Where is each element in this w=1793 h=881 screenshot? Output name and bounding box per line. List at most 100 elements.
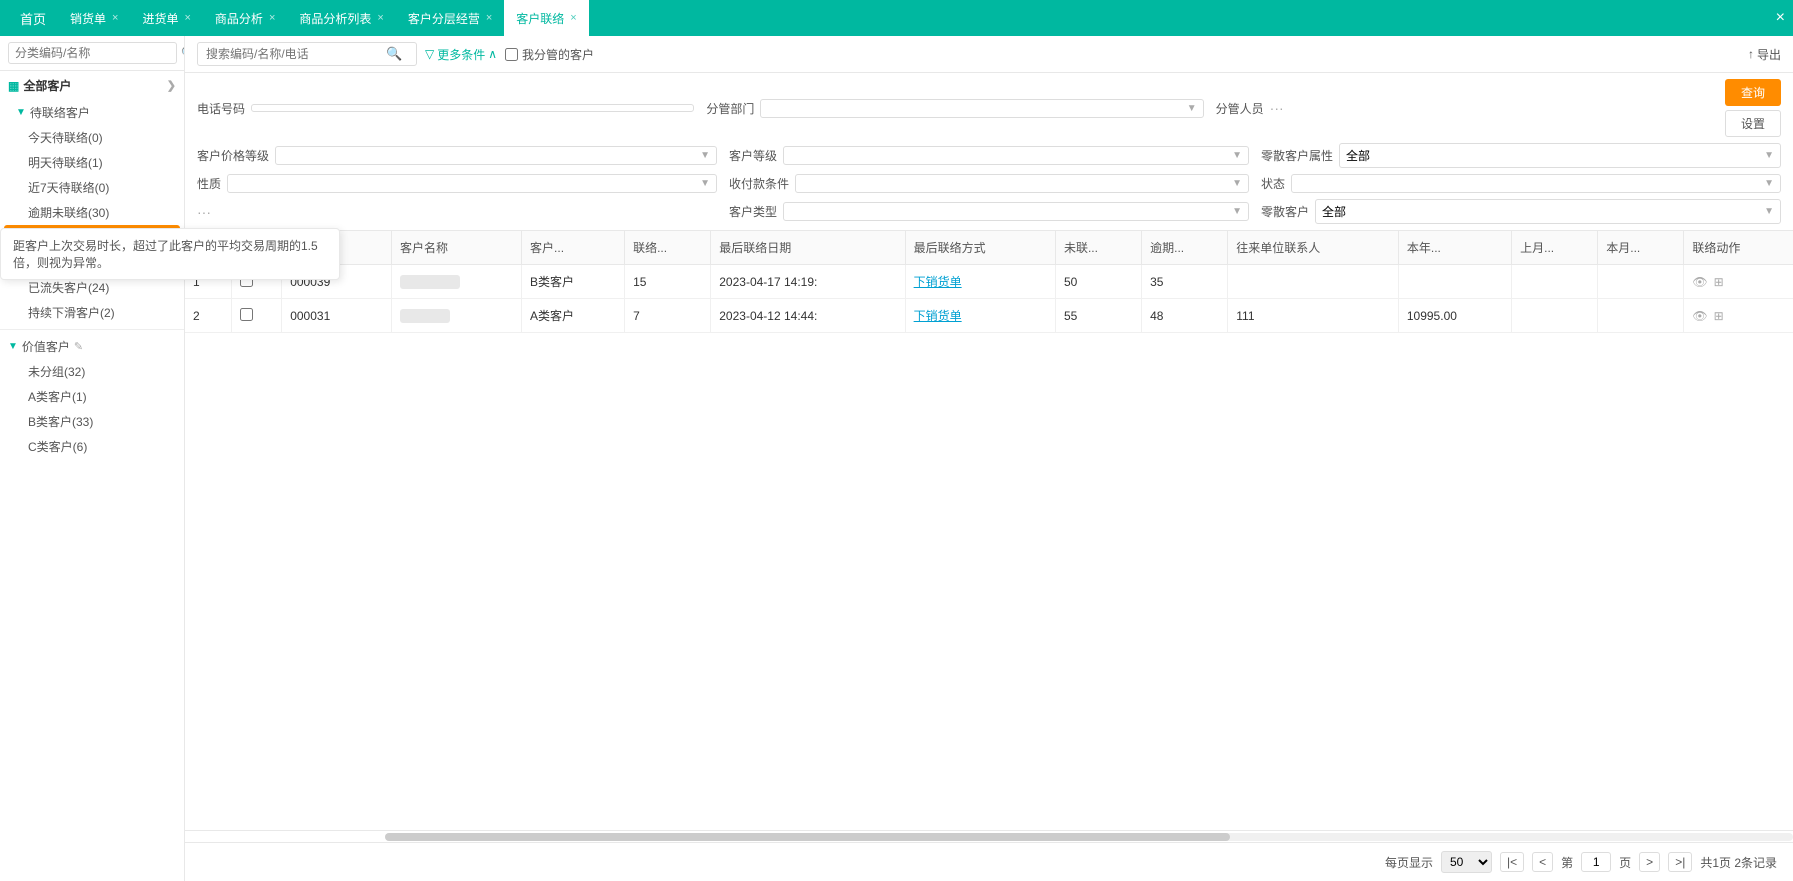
nav-close-purchase[interactable]: × (184, 12, 190, 24)
sidebar-search-input[interactable] (8, 42, 177, 64)
nav-close-product-list[interactable]: × (377, 12, 383, 24)
edit-value-customers-icon[interactable]: ✎ (74, 340, 83, 353)
filter-row-1: 电话号码 分管部门 ▼ 分管人员 ··· 查询 设置 (197, 79, 1781, 137)
sidebar-collapse-btn[interactable]: ❯ (167, 79, 176, 92)
nav-home[interactable]: 首页 (8, 0, 58, 36)
price-grade-select[interactable]: ▼ (275, 146, 717, 165)
sidebar-overdue-contact[interactable]: 逾期未联络(30) (0, 200, 184, 225)
row2-action[interactable]: 👁 ⊞ (1684, 299, 1793, 333)
query-button[interactable]: 查询 (1725, 79, 1781, 106)
first-page-btn[interactable]: |< (1500, 852, 1524, 872)
total-records-label: 共1页 2条记录 (1700, 854, 1777, 871)
search-icon[interactable]: 🔍 (386, 46, 402, 62)
pagination-footer: 每页显示 50 100 200 |< < 第 页 > >| 共1页 2条记录 (185, 842, 1793, 881)
nav-product-analysis-list[interactable]: 商品分析列表 × (287, 0, 395, 36)
export-icon: ↑ (1748, 47, 1754, 61)
row1-eye-icon[interactable]: 👁 (1692, 275, 1707, 289)
filter-retail-customer: 零散客户 全部 ▼ (1261, 199, 1781, 224)
filter-area: 电话号码 分管部门 ▼ 分管人员 ··· 查询 设置 (185, 73, 1793, 231)
filter-status: 状态 ▼ (1261, 174, 1781, 193)
row1-contact-person (1228, 265, 1399, 299)
retail-customer-label: 零散客户 (1261, 203, 1309, 220)
col-this-year[interactable]: 本年... (1398, 231, 1511, 265)
search-input[interactable] (206, 47, 386, 61)
my-customers-checkbox[interactable] (505, 48, 518, 61)
all-customers-header[interactable]: ▦ 全部客户 ❯ (0, 71, 184, 100)
nav-sales[interactable]: 销货单 × (58, 0, 130, 36)
row2-eye-icon[interactable]: 👁 (1692, 309, 1707, 323)
settings-button[interactable]: 设置 (1725, 110, 1781, 137)
sidebar-7day-contact[interactable]: 近7天待联络(0) (0, 175, 184, 200)
sidebar-keep-declining[interactable]: 持续下滑客户(2) (0, 300, 184, 325)
row2-checkbox[interactable] (231, 299, 282, 333)
row1-last-date: 2023-04-17 14:19: (711, 265, 905, 299)
gender-select[interactable]: ▼ (227, 174, 717, 193)
retail-attr-select[interactable]: 全部 ▼ (1339, 143, 1781, 168)
filter-dept: 分管部门 ▼ (706, 99, 1203, 118)
horizontal-scrollbar[interactable] (185, 830, 1793, 842)
nav-close-sales[interactable]: × (112, 12, 118, 24)
prev-page-btn[interactable]: < (1532, 852, 1553, 872)
col-last-contact-date[interactable]: 最后联络日期 (711, 231, 905, 265)
last-page-btn[interactable]: >| (1668, 852, 1692, 872)
window-close-button[interactable]: × (1776, 9, 1785, 27)
col-overdue[interactable]: 逾期... (1142, 231, 1228, 265)
col-unlisted[interactable]: 未联... (1055, 231, 1141, 265)
more-filter-dots[interactable]: ··· (197, 204, 211, 220)
col-last-month[interactable]: 上月... (1512, 231, 1598, 265)
row1-action[interactable]: 👁 ⊞ (1684, 265, 1793, 299)
nav-product-analysis[interactable]: 商品分析 × (203, 0, 287, 36)
value-customers-group[interactable]: ▼ 价值客户 ✎ (0, 334, 184, 359)
sidebar-today-contact[interactable]: 今天待联络(0) (0, 125, 184, 150)
phone-input[interactable] (251, 104, 694, 112)
sidebar-a-class[interactable]: A类客户(1) (0, 384, 184, 409)
action-buttons: 查询 设置 (1725, 79, 1781, 137)
nav-close-customer-contact[interactable]: × (570, 12, 576, 24)
payment-select[interactable]: ▼ (795, 174, 1249, 193)
status-select[interactable]: ▼ (1291, 174, 1781, 193)
nav-close-product-analysis[interactable]: × (269, 12, 275, 24)
row2-last-method[interactable]: 下销货单 (905, 299, 1055, 333)
row2-grid-icon[interactable]: ⊞ (1714, 309, 1724, 323)
page-number-input[interactable] (1581, 852, 1611, 872)
sidebar-ungroup[interactable]: 未分组(32) (0, 359, 184, 384)
filter-payment: 收付款条件 ▼ (729, 174, 1249, 193)
nav-purchase[interactable]: 进货单 × (130, 0, 202, 36)
col-this-month[interactable]: 本月... (1598, 231, 1684, 265)
row2-contact-person: 111 (1228, 299, 1399, 333)
sidebar-divider (0, 329, 184, 330)
chevron-down-icon: ∧ (488, 47, 497, 61)
col-last-contact-method[interactable]: 最后联络方式 (905, 231, 1055, 265)
row1-name[interactable] (392, 265, 522, 299)
row2-this-month (1598, 299, 1684, 333)
more-conditions-btn[interactable]: ▽ 更多条件 ∧ (425, 46, 497, 63)
row1-this-year (1398, 265, 1511, 299)
nav-customer-contact[interactable]: 客户联络 × (504, 0, 588, 36)
nav-close-customer-tier[interactable]: × (486, 12, 492, 24)
row2-name[interactable] (392, 299, 522, 333)
col-name[interactable]: 客户名称 (392, 231, 522, 265)
tooltip-text: 距客户上次交易时长，超过了此客户的平均交易周期的1.5倍，则视为异常。 (185, 239, 318, 270)
row1-last-method[interactable]: 下销货单 (905, 265, 1055, 299)
my-customers-filter[interactable]: 我分管的客户 (505, 46, 594, 63)
export-button[interactable]: ↑ 导出 (1748, 46, 1781, 63)
scrollbar-thumb[interactable] (385, 833, 1230, 841)
col-contact-person[interactable]: 往来单位联系人 (1228, 231, 1399, 265)
per-page-select[interactable]: 50 100 200 (1441, 851, 1492, 873)
dept-select[interactable]: ▼ (760, 99, 1203, 118)
col-contact-count[interactable]: 联络... (625, 231, 711, 265)
table-row: 1 000039 B类客户 15 2023-04-17 14:19: 下销货单 … (185, 265, 1793, 299)
next-page-btn[interactable]: > (1639, 852, 1660, 872)
row1-grid-icon[interactable]: ⊞ (1714, 275, 1724, 289)
customer-type-select[interactable]: ▼ (783, 202, 1249, 221)
col-customer-type[interactable]: 客户... (522, 231, 625, 265)
manager-dots[interactable]: ··· (1270, 100, 1284, 116)
nav-customer-tier[interactable]: 客户分层经营 × (396, 0, 504, 36)
retail-customer-select[interactable]: 全部 ▼ (1315, 199, 1781, 224)
filter-phone: 电话号码 (197, 100, 694, 117)
sidebar-b-class[interactable]: B类客户(33) (0, 409, 184, 434)
customer-grade-select[interactable]: ▼ (783, 146, 1249, 165)
pending-contact-group[interactable]: ▼ 待联络客户 (0, 100, 184, 125)
sidebar-tomorrow-contact[interactable]: 明天待联络(1) (0, 150, 184, 175)
sidebar-c-class[interactable]: C类客户(6) (0, 434, 184, 459)
